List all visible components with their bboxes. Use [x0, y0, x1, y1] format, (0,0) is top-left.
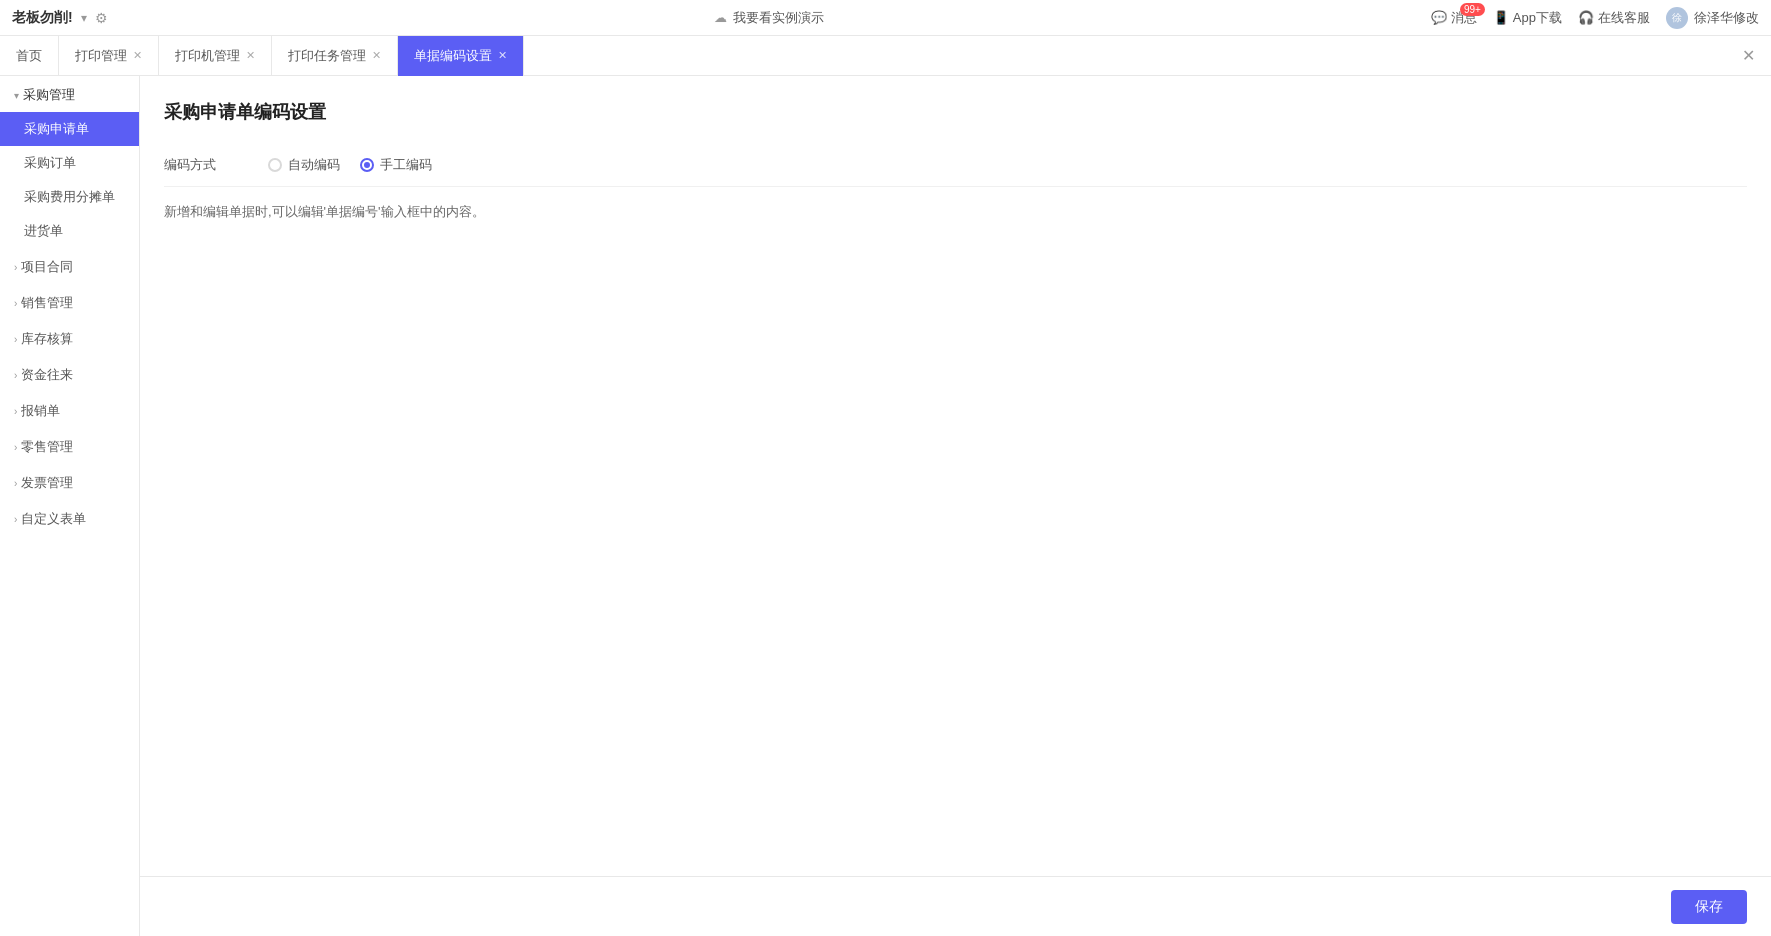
tab-printer-management[interactable]: 打印机管理 ✕ [159, 36, 272, 76]
tab-print-task-management-label: 打印任务管理 [288, 47, 366, 65]
encode-section: 编码方式 自动编码 手工编码 新增和编辑单据时,可以编辑'单据编号'输入框中的内… [164, 144, 1747, 221]
sidebar-label-sales-management: 销售管理 [21, 294, 73, 312]
tab-barcode-settings[interactable]: 单据编码设置 ✕ [398, 36, 524, 76]
encode-row: 编码方式 自动编码 手工编码 [164, 144, 1747, 187]
app-download-button[interactable]: 📱 App下载 [1493, 9, 1562, 27]
app-download-label: App下载 [1513, 9, 1562, 27]
tab-print-management-label: 打印管理 [75, 47, 127, 65]
sidebar-label-inventory: 库存核算 [21, 330, 73, 348]
sidebar-group-purchase: ▾ 采购管理 采购申请单 采购订单 采购费用分摊单 进货单 [0, 76, 139, 248]
user-name: 徐泽华修改 [1694, 9, 1759, 27]
sidebar-item-purchase-order[interactable]: 采购订单 [0, 146, 139, 180]
online-service-button[interactable]: 🎧 在线客服 [1578, 9, 1650, 27]
sidebar-item-inventory[interactable]: › 库存核算 [0, 320, 139, 356]
top-bar-right: 💬 消息 99+ 📱 App下载 🎧 在线客服 徐 徐泽华修改 [1431, 7, 1759, 29]
app-icon: 📱 [1493, 10, 1509, 25]
top-bar-left: 老板勿削! ▾ ⚙ [12, 9, 108, 27]
content-area: 采购申请单编码设置 编码方式 自动编码 手工编码 [140, 76, 1771, 936]
sidebar-item-project-contract[interactable]: › 项目合同 [0, 248, 139, 284]
online-service-label: 在线客服 [1598, 9, 1650, 27]
encode-label: 编码方式 [164, 156, 244, 174]
message-badge: 99+ [1460, 3, 1485, 16]
sidebar-item-fund-transactions[interactable]: › 资金往来 [0, 356, 139, 392]
gear-icon[interactable]: ⚙ [95, 10, 108, 26]
chevron-right-icon: › [14, 478, 17, 489]
tab-printer-management-close-icon[interactable]: ✕ [246, 49, 255, 62]
cloud-icon: ☁ [714, 10, 727, 25]
chevron-right-icon: › [14, 370, 17, 381]
sidebar: ▾ 采购管理 采购申请单 采购订单 采购费用分摊单 进货单 › 项目合同 › 销… [0, 76, 140, 936]
radio-group: 自动编码 手工编码 [268, 156, 432, 174]
tab-bar: 首页 打印管理 ✕ 打印机管理 ✕ 打印任务管理 ✕ 单据编码设置 ✕ ✕ [0, 36, 1771, 76]
radio-auto-option[interactable]: 自动编码 [268, 156, 340, 174]
tab-print-task-management[interactable]: 打印任务管理 ✕ [272, 36, 398, 76]
top-bar-center: ☁ 我要看实例演示 [714, 9, 824, 27]
tab-print-management[interactable]: 打印管理 ✕ [59, 36, 159, 76]
demo-text[interactable]: 我要看实例演示 [733, 9, 824, 27]
sidebar-item-invoice-management[interactable]: › 发票管理 [0, 464, 139, 500]
chevron-right-icon: › [14, 514, 17, 525]
radio-manual-label: 手工编码 [380, 156, 432, 174]
sidebar-item-purchase-request[interactable]: 采购申请单 [0, 112, 139, 146]
sidebar-item-sales-management[interactable]: › 销售管理 [0, 284, 139, 320]
sidebar-item-purchase-expense[interactable]: 采购费用分摊单 [0, 180, 139, 214]
sidebar-group-label-purchase: 采购管理 [23, 86, 75, 104]
top-bar: 老板勿削! ▾ ⚙ ☁ 我要看实例演示 💬 消息 99+ 📱 App下载 🎧 在… [0, 0, 1771, 36]
tab-printer-management-label: 打印机管理 [175, 47, 240, 65]
avatar: 徐 [1666, 7, 1688, 29]
page-title: 采购申请单编码设置 [164, 100, 1747, 124]
radio-manual-circle [360, 158, 374, 172]
tab-print-task-management-close-icon[interactable]: ✕ [372, 49, 381, 62]
sidebar-item-expense-report[interactable]: › 报销单 [0, 392, 139, 428]
sidebar-label-fund-transactions: 资金往来 [21, 366, 73, 384]
tab-print-management-close-icon[interactable]: ✕ [133, 49, 142, 62]
message-button[interactable]: 💬 消息 99+ [1431, 9, 1477, 27]
message-icon: 💬 [1431, 10, 1447, 25]
sidebar-label-custom-form: 自定义表单 [21, 510, 86, 528]
main-layout: ▾ 采购管理 采购申请单 采购订单 采购费用分摊单 进货单 › 项目合同 › 销… [0, 76, 1771, 936]
sidebar-label-retail-management: 零售管理 [21, 438, 73, 456]
close-all-tabs-button[interactable]: ✕ [1726, 46, 1771, 65]
radio-auto-label: 自动编码 [288, 156, 340, 174]
radio-manual-option[interactable]: 手工编码 [360, 156, 432, 174]
sidebar-item-goods-receipt[interactable]: 进货单 [0, 214, 139, 248]
sidebar-item-custom-form[interactable]: › 自定义表单 [0, 500, 139, 536]
sidebar-label-invoice-management: 发票管理 [21, 474, 73, 492]
hint-text: 新增和编辑单据时,可以编辑'单据编号'输入框中的内容。 [164, 203, 1747, 221]
chevron-right-icon: › [14, 334, 17, 345]
chevron-right-icon: › [14, 442, 17, 453]
dropdown-arrow-icon[interactable]: ▾ [81, 11, 87, 25]
chevron-right-icon: › [14, 298, 17, 309]
logo-text[interactable]: 老板勿削! [12, 9, 73, 27]
radio-auto-circle [268, 158, 282, 172]
content-inner: 采购申请单编码设置 编码方式 自动编码 手工编码 [140, 76, 1771, 876]
tab-barcode-settings-close-icon[interactable]: ✕ [498, 49, 507, 62]
sidebar-label-expense-report: 报销单 [21, 402, 60, 420]
sidebar-group-header-purchase[interactable]: ▾ 采购管理 [0, 76, 139, 112]
sidebar-label-project-contract: 项目合同 [21, 258, 73, 276]
service-icon: 🎧 [1578, 10, 1594, 25]
chevron-right-icon: › [14, 262, 17, 273]
tab-home-label: 首页 [16, 47, 42, 65]
chevron-right-icon: › [14, 406, 17, 417]
tab-home[interactable]: 首页 [0, 36, 59, 76]
chevron-down-icon: ▾ [14, 90, 19, 101]
user-area[interactable]: 徐 徐泽华修改 [1666, 7, 1759, 29]
content-footer: 保存 [140, 876, 1771, 936]
tab-barcode-settings-label: 单据编码设置 [414, 47, 492, 65]
save-button[interactable]: 保存 [1671, 890, 1747, 924]
sidebar-item-retail-management[interactable]: › 零售管理 [0, 428, 139, 464]
